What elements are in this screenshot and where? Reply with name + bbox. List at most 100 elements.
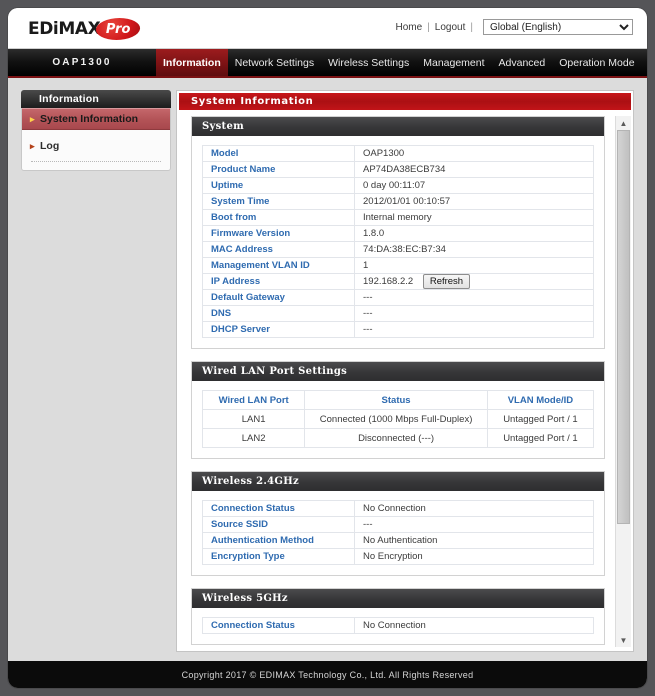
row-label: Default Gateway [202, 289, 355, 306]
row-value: --- [354, 289, 594, 306]
page-header: EDiMAX Pro Home | Logout | Global (Engli… [8, 8, 647, 49]
row-label: Boot from [202, 209, 355, 226]
chevron-right-icon: ▸ [30, 113, 35, 124]
table-row: LAN2 Disconnected (---) Untagged Port / … [201, 428, 595, 448]
tab-operation-mode[interactable]: Operation Mode [552, 49, 641, 76]
table-row: Source SSID --- [202, 516, 594, 533]
row-label: Model [202, 145, 355, 162]
home-link[interactable]: Home [396, 22, 423, 33]
cell-status: Connected (1000 Mbps Full-Duplex) [304, 409, 488, 429]
sidebar-item-label: Log [40, 140, 60, 152]
nav-tab-list: Information Network Settings Wireless Se… [156, 49, 642, 76]
table-row: Connection Status No Connection [202, 617, 594, 634]
table-row: Management VLAN ID 1 [202, 257, 594, 274]
sidebar-item-system-information[interactable]: ▸ System Information [22, 108, 170, 130]
tab-management[interactable]: Management [416, 49, 491, 76]
cell-vlan: Untagged Port / 1 [486, 428, 595, 448]
column-header: Wired LAN Port [201, 390, 306, 410]
sidebar-item-label: System Information [40, 113, 139, 125]
section-title: Wired LAN Port Settings [192, 362, 604, 381]
page-title: System Information [179, 93, 631, 110]
column-header: VLAN Mode/ID [486, 390, 595, 410]
row-value: --- [354, 305, 594, 322]
scrollbar-thumb[interactable] [617, 130, 630, 525]
device-model-label: OAP1300 [52, 57, 112, 68]
section-title: System [192, 117, 604, 136]
row-label: DHCP Server [202, 321, 355, 338]
row-value: --- [354, 321, 594, 338]
table-row: LAN1 Connected (1000 Mbps Full-Duplex) U… [201, 409, 595, 429]
row-value: 74:DA:38:EC:B7:34 [354, 241, 594, 258]
tab-network-settings[interactable]: Network Settings [228, 49, 321, 76]
header-utility-nav: Home | Logout | Global (English) [396, 19, 633, 35]
table-row: MAC Address 74:DA:38:EC:B7:34 [202, 241, 594, 258]
table-row: Product Name AP74DA38ECB734 [202, 161, 594, 178]
table-row: Boot from Internal memory [202, 209, 594, 226]
language-select[interactable]: Global (English) [483, 19, 633, 35]
section-wireless-24ghz: Wireless 2.4GHz Connection Status No Con… [191, 471, 605, 576]
row-label: Encryption Type [202, 548, 355, 565]
table-row: Encryption Type No Encryption [202, 548, 594, 565]
app-window: EDiMAX Pro Home | Logout | Global (Engli… [8, 8, 647, 688]
main-navigation: OAP1300 Information Network Settings Wir… [8, 49, 647, 78]
section-title: Wireless 2.4GHz [192, 472, 604, 491]
wireless-5ghz-table: Connection Status No Connection [202, 617, 594, 634]
row-label: MAC Address [202, 241, 355, 258]
section-wired-lan-port-settings: Wired LAN Port Settings Wired LAN Port S… [191, 361, 605, 459]
edimax-pro-logo: EDiMAX Pro [28, 17, 142, 41]
cell-status: Disconnected (---) [304, 428, 488, 448]
sidebar-item-log[interactable]: ▸ Log [22, 136, 170, 156]
table-row: DNS --- [202, 305, 594, 322]
table-row: Model OAP1300 [202, 145, 594, 162]
section-system: System Model OAP1300 Product Name AP74DA… [191, 116, 605, 349]
row-value: No Connection [354, 617, 594, 634]
row-value: 0 day 00:11:07 [354, 177, 594, 194]
table-row: Authentication Method No Authentication [202, 532, 594, 549]
wireless-24ghz-table: Connection Status No Connection Source S… [202, 500, 594, 565]
row-label: Authentication Method [202, 532, 355, 549]
row-value: 1 [354, 257, 594, 274]
wired-lan-table: Wired LAN Port Status VLAN Mode/ID LAN1 … [201, 390, 595, 448]
system-info-table: Model OAP1300 Product Name AP74DA38ECB73… [202, 145, 594, 338]
cell-port: LAN1 [201, 409, 306, 429]
table-row: System Time 2012/01/01 00:10:57 [202, 193, 594, 210]
row-value: AP74DA38ECB734 [354, 161, 594, 178]
row-value: 192.168.2.2 Refresh [354, 273, 594, 290]
row-label: Uptime [202, 177, 355, 194]
section-title: Wireless 5GHz [192, 589, 604, 608]
refresh-button[interactable]: Refresh [422, 274, 471, 289]
row-value: No Authentication [354, 532, 594, 549]
logout-link[interactable]: Logout [435, 22, 466, 33]
logo-wordmark: EDiMAX [28, 19, 101, 39]
sidebar-heading: Information [21, 90, 171, 108]
vertical-scrollbar[interactable]: ▲ ▼ [615, 116, 631, 647]
sidebar: Information ▸ System Information ▸ Log [21, 90, 171, 171]
row-value: --- [354, 516, 594, 533]
sidebar-divider [31, 161, 161, 162]
logo-pro-badge: Pro [94, 18, 142, 40]
content-area: Information ▸ System Information ▸ Log S… [8, 78, 647, 664]
scroll-content: System Model OAP1300 Product Name AP74DA… [179, 116, 615, 647]
table-row: DHCP Server --- [202, 321, 594, 338]
nav-separator-2: | [470, 21, 473, 33]
section-body: Connection Status No Connection Source S… [192, 491, 604, 575]
scroll-up-icon[interactable]: ▲ [616, 116, 631, 130]
tab-advanced[interactable]: Advanced [492, 49, 553, 76]
row-label: DNS [202, 305, 355, 322]
row-label: Firmware Version [202, 225, 355, 242]
row-value: 1.8.0 [354, 225, 594, 242]
section-body: Connection Status No Connection [192, 608, 604, 644]
table-row: Connection Status No Connection [202, 500, 594, 517]
scrollbar-track[interactable] [616, 130, 631, 633]
tab-wireless-settings[interactable]: Wireless Settings [321, 49, 416, 76]
table-row: Uptime 0 day 00:11:07 [202, 177, 594, 194]
logo-pro-label: Pro [106, 21, 131, 37]
nav-separator-1: | [427, 21, 430, 33]
scroll-down-icon[interactable]: ▼ [616, 633, 631, 647]
row-label: System Time [202, 193, 355, 210]
column-header: Status [304, 390, 488, 410]
row-value: 2012/01/01 00:10:57 [354, 193, 594, 210]
main-panel: System Information System Model OAP1300 [176, 90, 634, 652]
tab-information[interactable]: Information [156, 49, 228, 76]
row-label: Product Name [202, 161, 355, 178]
